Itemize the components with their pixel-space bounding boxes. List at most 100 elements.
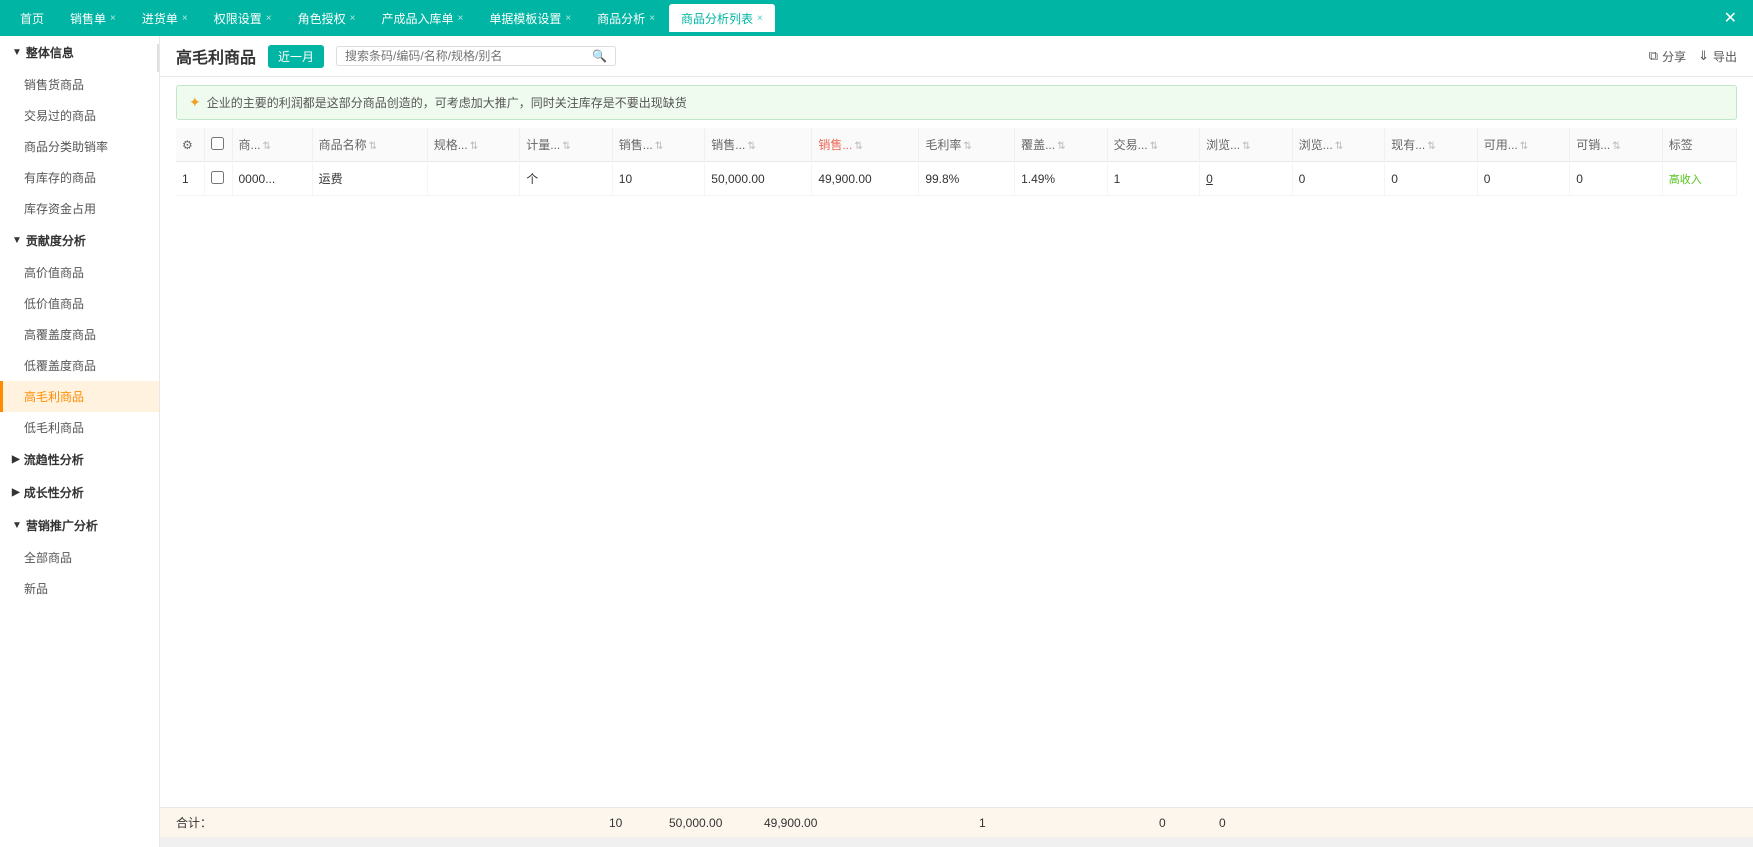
col-transaction[interactable]: 交易...⇅ <box>1107 128 1200 162</box>
cell-current-stock: 0 <box>1385 162 1478 196</box>
cell-coverage: 1.49% <box>1015 162 1108 196</box>
sidebar-item-low-margin[interactable]: 低毛利商品 <box>0 412 159 443</box>
search-icon[interactable]: 🔍 <box>592 49 607 63</box>
nav-tab-sales-close[interactable]: × <box>110 13 116 24</box>
export-button[interactable]: ⇓ 导出 <box>1698 48 1737 65</box>
sidebar-item-new-goods[interactable]: 新品 <box>0 573 159 604</box>
col-code[interactable]: 商...⇅ <box>232 128 312 162</box>
cell-index: 1 <box>176 162 204 196</box>
sidebar-group-marketing[interactable]: ▼ 营销推广分析 <box>0 509 159 542</box>
nav-close-all-button[interactable]: ✕ <box>1716 8 1745 28</box>
nav-tab-role-close[interactable]: × <box>350 13 356 24</box>
sidebar-group-marketing-label: 营销推广分析 <box>26 517 98 534</box>
col-unit[interactable]: 计量...⇅ <box>520 128 613 162</box>
date-filter-button[interactable]: 近一月 <box>268 45 324 68</box>
share-button[interactable]: ⧉ 分享 <box>1649 48 1686 65</box>
sidebar: « ▼ 整体信息 销售货商品 交易过的商品 商品分类助销率 有库存的商品 库存资… <box>0 36 160 847</box>
row-checkbox[interactable] <box>211 171 224 184</box>
col-coverage[interactable]: 覆盖...⇅ <box>1015 128 1108 162</box>
nav-home[interactable]: 首页 <box>8 4 56 32</box>
col-spec[interactable]: 规格...⇅ <box>427 128 520 162</box>
footer-label: 合计： <box>176 814 396 831</box>
nav-tab-purchase-close[interactable]: × <box>182 13 188 24</box>
nav-tab-role[interactable]: 角色授权 × <box>286 4 368 32</box>
cell-code: 0000... <box>232 162 312 196</box>
sidebar-item-low-value[interactable]: 低价值商品 <box>0 288 159 319</box>
footer-current-stock: 0 <box>1159 816 1219 830</box>
content-area: 高毛利商品 近一月 🔍 ⧉ 分享 ⇓ 导出 ✦ 企业的主要的利润都是这部分商品创… <box>160 36 1753 847</box>
sidebar-group-overview[interactable]: ▼ 整体信息 <box>0 36 159 69</box>
cell-browse2: 0 <box>1292 162 1385 196</box>
col-tag[interactable]: 标签 <box>1662 128 1736 162</box>
nav-tab-purchase[interactable]: 进货单 × <box>130 4 200 32</box>
col-settings[interactable]: ⚙ <box>176 128 204 162</box>
cell-browse1[interactable]: 0 <box>1200 162 1293 196</box>
nav-tab-product-close[interactable]: × <box>457 13 463 24</box>
info-icon: ✦ <box>189 94 201 111</box>
nav-tab-sales-label: 销售单 <box>70 10 106 27</box>
select-all-checkbox[interactable] <box>211 137 224 150</box>
col-sales-amount[interactable]: 销售...⇅ <box>705 128 812 162</box>
info-banner-text: 企业的主要的利润都是这部分商品创造的，可考虑加大推广，同时关注库存是不要出现缺货 <box>207 94 687 111</box>
nav-tab-analysis-list[interactable]: 商品分析列表 × <box>669 4 775 32</box>
sidebar-group-trend[interactable]: ▶ 流趋性分析 <box>0 443 159 476</box>
top-nav: 首页 销售单 × 进货单 × 权限设置 × 角色授权 × 产成品入库单 × 单据… <box>0 0 1753 36</box>
nav-tab-analysis[interactable]: 商品分析 × <box>585 4 667 32</box>
sidebar-collapse-button[interactable]: « <box>157 44 160 72</box>
col-sales-qty[interactable]: 销售...⇅ <box>612 128 705 162</box>
nav-tab-template[interactable]: 单据模板设置 × <box>477 4 583 32</box>
nav-tab-analysis-label: 商品分析 <box>597 10 645 27</box>
search-input[interactable] <box>345 49 588 63</box>
col-sales-cost[interactable]: 销售...⇅ <box>812 128 919 162</box>
col-available-stock[interactable]: 可用...⇅ <box>1477 128 1570 162</box>
sidebar-item-stock-capital[interactable]: 库存资金占用 <box>0 193 159 224</box>
cell-transaction: 1 <box>1107 162 1200 196</box>
sidebar-group-growth-label: 成长性分析 <box>24 484 84 501</box>
nav-tab-permission-label: 权限设置 <box>214 10 262 27</box>
sidebar-group-growth[interactable]: ▶ 成长性分析 <box>0 476 159 509</box>
footer-sales-amount: 50,000.00 <box>669 816 764 830</box>
sidebar-item-in-stock[interactable]: 有库存的商品 <box>0 162 159 193</box>
footer-available-stock: 0 <box>1219 816 1279 830</box>
content-header: 高毛利商品 近一月 🔍 ⧉ 分享 ⇓ 导出 <box>160 36 1753 77</box>
sidebar-item-high-value[interactable]: 高价值商品 <box>0 257 159 288</box>
nav-tab-sales[interactable]: 销售单 × <box>58 4 128 32</box>
arrow-down-icon: ▼ <box>12 47 22 58</box>
cell-checkbox[interactable] <box>204 162 232 196</box>
sidebar-item-low-coverage[interactable]: 低覆盖度商品 <box>0 350 159 381</box>
col-checkbox <box>204 128 232 162</box>
nav-tab-analysis-list-close[interactable]: × <box>757 13 763 24</box>
nav-tab-analysis-close[interactable]: × <box>649 13 655 24</box>
header-actions: ⧉ 分享 ⇓ 导出 <box>1649 48 1737 65</box>
col-browse1[interactable]: 浏览...⇅ <box>1200 128 1293 162</box>
search-wrap: 🔍 <box>336 46 616 66</box>
table-wrap: ⚙ 商...⇅ 商品名称⇅ 规格...⇅ 计量...⇅ 销售...⇅ 销售...… <box>160 128 1753 807</box>
table-row: 1 0000... 运费 个 10 50,000.00 49,900.00 99… <box>176 162 1737 196</box>
col-current-stock[interactable]: 现有...⇅ <box>1385 128 1478 162</box>
sidebar-item-traded-goods[interactable]: 交易过的商品 <box>0 100 159 131</box>
bottom-scrollbar[interactable] <box>160 837 1753 847</box>
nav-tab-permission[interactable]: 权限设置 × <box>202 4 284 32</box>
nav-tab-permission-close[interactable]: × <box>266 13 272 24</box>
sidebar-item-sales-goods[interactable]: 销售货商品 <box>0 69 159 100</box>
nav-tab-purchase-label: 进货单 <box>142 10 178 27</box>
sidebar-item-all-goods[interactable]: 全部商品 <box>0 542 159 573</box>
sidebar-group-contribution[interactable]: ▼ 贡献度分析 <box>0 224 159 257</box>
col-browse2[interactable]: 浏览...⇅ <box>1292 128 1385 162</box>
col-gross-margin[interactable]: 毛利率⇅ <box>919 128 1015 162</box>
nav-home-label: 首页 <box>20 10 44 27</box>
share-label: 分享 <box>1662 48 1686 65</box>
sidebar-item-high-margin[interactable]: 高毛利商品 <box>0 381 159 412</box>
cell-sales-amount: 50,000.00 <box>705 162 812 196</box>
arrow-down-icon3: ▼ <box>12 520 22 531</box>
col-sellable-stock[interactable]: 可销...⇅ <box>1570 128 1663 162</box>
nav-tab-template-close[interactable]: × <box>565 13 571 24</box>
sidebar-item-category-rate[interactable]: 商品分类助销率 <box>0 131 159 162</box>
info-banner: ✦ 企业的主要的利润都是这部分商品创造的，可考虑加大推广，同时关注库存是不要出现… <box>176 85 1737 120</box>
nav-tab-template-label: 单据模板设置 <box>489 10 561 27</box>
col-name[interactable]: 商品名称⇅ <box>312 128 427 162</box>
nav-tab-product[interactable]: 产成品入库单 × <box>369 4 475 32</box>
main-layout: « ▼ 整体信息 销售货商品 交易过的商品 商品分类助销率 有库存的商品 库存资… <box>0 36 1753 847</box>
cell-unit: 个 <box>520 162 613 196</box>
sidebar-item-high-coverage[interactable]: 高覆盖度商品 <box>0 319 159 350</box>
